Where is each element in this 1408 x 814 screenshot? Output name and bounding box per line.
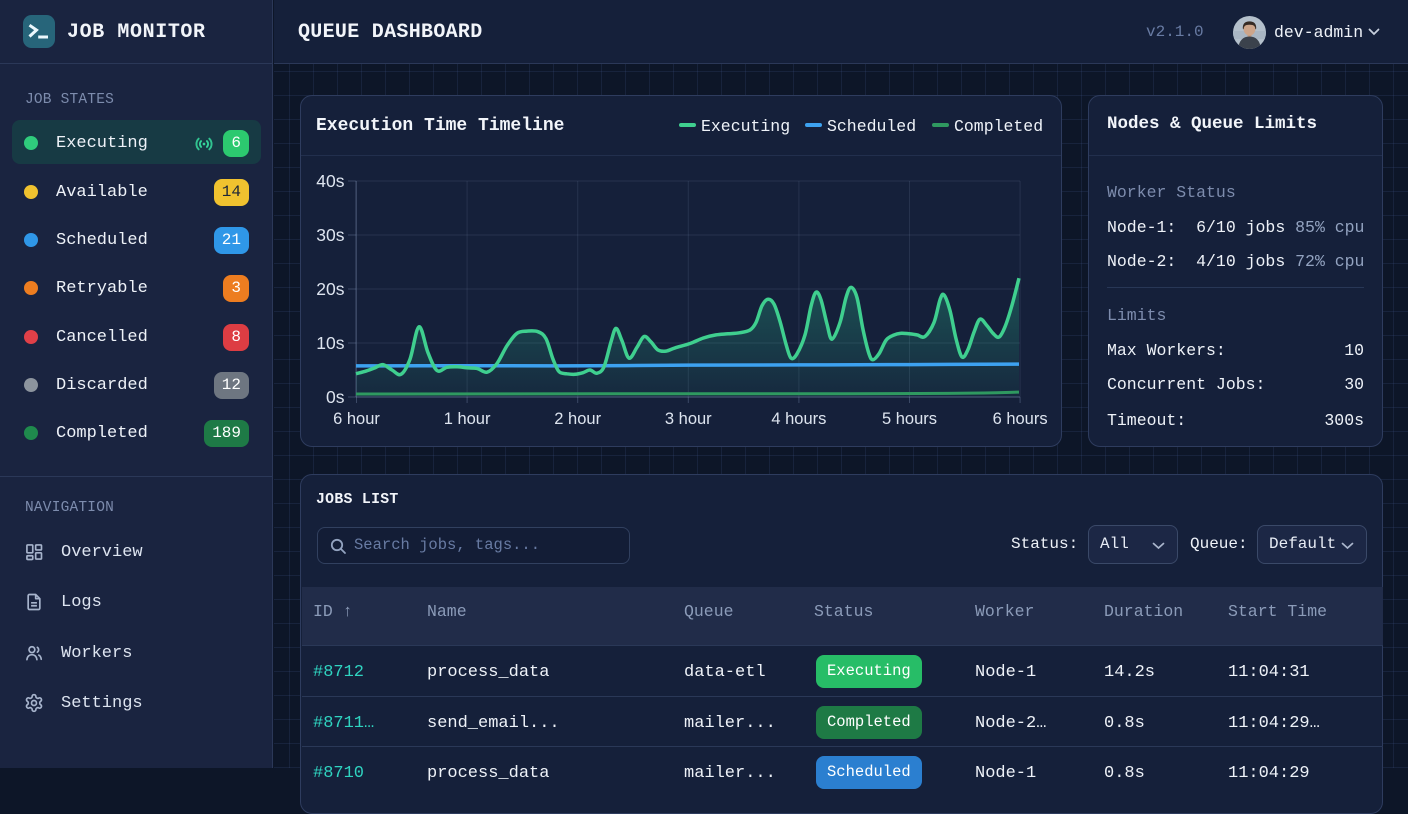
svg-text:2 hour: 2 hour [554, 410, 601, 428]
svg-text:20s: 20s [316, 279, 344, 299]
svg-text:40s: 40s [316, 171, 344, 191]
svg-text:6 hour: 6 hour [333, 410, 380, 428]
svg-text:0s: 0s [326, 387, 345, 407]
svg-text:5 hours: 5 hours [882, 410, 937, 428]
svg-text:1 hour: 1 hour [444, 410, 491, 428]
svg-text:10s: 10s [316, 333, 344, 353]
svg-text:6 hours: 6 hours [993, 410, 1048, 428]
svg-text:4 hours: 4 hours [771, 410, 826, 428]
svg-text:3 hour: 3 hour [665, 410, 712, 428]
svg-text:30s: 30s [316, 225, 344, 245]
